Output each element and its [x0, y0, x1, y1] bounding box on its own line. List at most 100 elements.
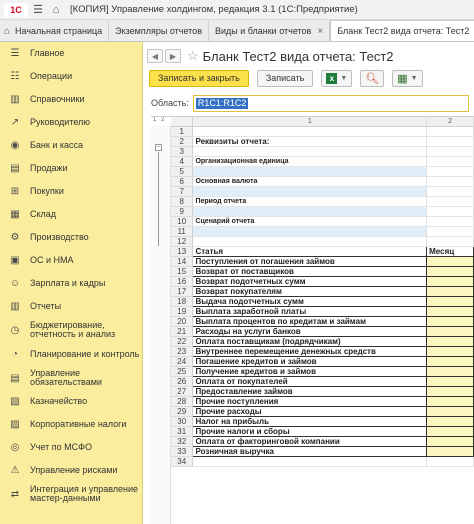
cell-col-2[interactable] — [426, 325, 474, 337]
column-header-1[interactable]: 1 — [192, 117, 428, 127]
cell-col-1[interactable]: Возврат подотчетных сумм — [192, 275, 428, 287]
row-number[interactable]: 33 — [171, 446, 194, 457]
cell-col-1[interactable] — [192, 456, 428, 467]
cell-col-1[interactable] — [192, 226, 428, 237]
sidebar-item[interactable]: ☰ Главное — [0, 42, 142, 65]
tab-report-kinds[interactable]: Виды и бланки отчетов × — [208, 21, 331, 41]
cell-col-2[interactable] — [426, 305, 474, 317]
row-number[interactable]: 28 — [171, 396, 194, 407]
row-number[interactable]: 14 — [171, 256, 194, 267]
save-button[interactable]: Записать — [256, 69, 314, 87]
row-number[interactable]: 30 — [171, 416, 194, 427]
sidebar-item[interactable]: ↗ Руководителю — [0, 111, 142, 134]
cell-col-1[interactable] — [192, 166, 428, 177]
cell-col-1[interactable]: Прочие налоги и сборы — [192, 425, 428, 437]
cell-col-1[interactable]: Возврат от поставщиков — [192, 265, 428, 277]
row-number[interactable]: 11 — [171, 226, 194, 237]
tab-report-instances[interactable]: Экземпляры отчетов — [109, 21, 209, 41]
cell-col-2[interactable] — [426, 385, 474, 397]
sidebar-item[interactable]: ☷ Операции — [0, 65, 142, 88]
cell-col-1[interactable]: Налог на прибыль — [192, 415, 428, 427]
group-level-2[interactable]: 2 — [161, 117, 164, 125]
cell-col-1[interactable]: Выплата заработной платы — [192, 305, 428, 317]
sidebar-item[interactable]: ☺ Зарплата и кадры — [0, 272, 142, 295]
cell-col-2[interactable] — [426, 236, 474, 247]
cell-col-2[interactable]: Месяц — [426, 245, 474, 257]
home-icon[interactable]: ⌂ — [48, 2, 64, 18]
cell-col-2[interactable] — [426, 395, 474, 407]
cell-col-2[interactable] — [426, 425, 474, 437]
cell-col-1[interactable]: Оплата от факторинговой компании — [192, 435, 428, 447]
row-number[interactable]: 27 — [171, 386, 194, 397]
sidebar-item[interactable]: ◉ Банк и касса — [0, 134, 142, 157]
tab-home[interactable]: ⌂ Начальная страница — [0, 21, 110, 41]
row-number[interactable]: 12 — [171, 236, 194, 247]
column-header-2[interactable]: 2 — [426, 117, 474, 127]
cell-col-2[interactable] — [426, 216, 474, 227]
cell-col-2[interactable] — [426, 345, 474, 357]
row-number[interactable]: 16 — [171, 276, 194, 287]
row-number[interactable]: 31 — [171, 426, 194, 437]
search-button[interactable]: 🔍︎ — [360, 69, 385, 87]
cell-col-2[interactable] — [426, 255, 474, 267]
collapse-group-icon[interactable]: − — [155, 144, 162, 151]
row-number[interactable]: 6 — [171, 176, 194, 187]
cell-col-2[interactable] — [426, 126, 474, 137]
cell-col-2[interactable] — [426, 196, 474, 207]
cell-col-2[interactable] — [426, 456, 474, 467]
cell-col-2[interactable] — [426, 176, 474, 187]
cell-col-2[interactable] — [426, 146, 474, 157]
cell-col-2[interactable] — [426, 226, 474, 237]
sidebar-item[interactable]: ◔ Планирование и контроль — [0, 342, 142, 366]
sidebar-item[interactable]: ▨ Корпоративные налоги — [0, 413, 142, 436]
menu-icon[interactable]: ☰ — [30, 2, 46, 18]
row-number[interactable]: 2 — [171, 136, 194, 147]
sidebar-item[interactable]: ⊞ Покупки — [0, 180, 142, 203]
cell-col-1[interactable]: Выдача подотчетных сумм — [192, 295, 428, 307]
cell-col-1[interactable]: Розничная выручка — [192, 445, 428, 457]
cell-col-1[interactable]: Получение кредитов и займов — [192, 365, 428, 377]
sidebar-item[interactable]: ◷ Бюджетирование, отчетность и анализ — [0, 318, 142, 342]
row-number[interactable]: 22 — [171, 336, 194, 347]
row-number[interactable]: 19 — [171, 306, 194, 317]
row-number[interactable]: 20 — [171, 316, 194, 327]
cell-col-1[interactable]: Погашение кредитов и займов — [192, 355, 428, 367]
cell-col-2[interactable] — [426, 156, 474, 167]
cell-col-2[interactable] — [426, 435, 474, 447]
sidebar-item[interactable]: ⚠ Управление рисками — [0, 459, 142, 482]
cell-col-2[interactable] — [426, 445, 474, 457]
cell-col-1[interactable]: Сценарий отчета — [192, 216, 428, 227]
cell-col-1[interactable]: Возврат покупателям — [192, 285, 428, 297]
row-number[interactable]: 29 — [171, 406, 194, 417]
cell-col-1[interactable]: Период отчета — [192, 196, 428, 207]
cell-col-1[interactable] — [192, 186, 428, 197]
row-number[interactable]: 26 — [171, 376, 194, 387]
sidebar-item[interactable]: ▤ Продажи — [0, 157, 142, 180]
row-number[interactable]: 8 — [171, 196, 194, 207]
forward-button[interactable]: ▶ — [165, 49, 181, 63]
row-number[interactable]: 4 — [171, 156, 194, 167]
row-number[interactable]: 32 — [171, 436, 194, 447]
row-number[interactable]: 10 — [171, 216, 194, 227]
cell-col-2[interactable] — [426, 405, 474, 417]
sidebar-item[interactable]: ▣ ОС и НМА — [0, 249, 142, 272]
cell-col-1[interactable]: Статья — [192, 245, 428, 257]
cell-col-2[interactable] — [426, 265, 474, 277]
table-settings-button[interactable]: ▦ ▼ — [392, 69, 423, 87]
row-number[interactable]: 1 — [171, 126, 194, 137]
row-number[interactable]: 5 — [171, 166, 194, 177]
back-button[interactable]: ◀ — [147, 49, 163, 63]
sidebar-item[interactable]: ▦ Склад — [0, 203, 142, 226]
cell-col-1[interactable]: Организационная единица — [192, 156, 428, 167]
row-number[interactable]: 15 — [171, 266, 194, 277]
sidebar-item[interactable]: ▧ Казначейство — [0, 390, 142, 413]
row-number[interactable]: 34 — [171, 456, 194, 467]
cell-col-2[interactable] — [426, 206, 474, 217]
group-level-1[interactable]: 1 — [153, 117, 156, 125]
row-number[interactable]: 24 — [171, 356, 194, 367]
cell-col-1[interactable]: Внутреннее перемещение денежных средств — [192, 345, 428, 357]
cell-col-1[interactable] — [192, 126, 428, 137]
tab-blank-form[interactable]: Бланк Тест2 вида отчета: Тест2 — [330, 20, 474, 41]
row-number[interactable]: 3 — [171, 146, 194, 157]
sidebar-item[interactable]: ⇄ Интеграция и управление мастер-данными — [0, 482, 142, 506]
